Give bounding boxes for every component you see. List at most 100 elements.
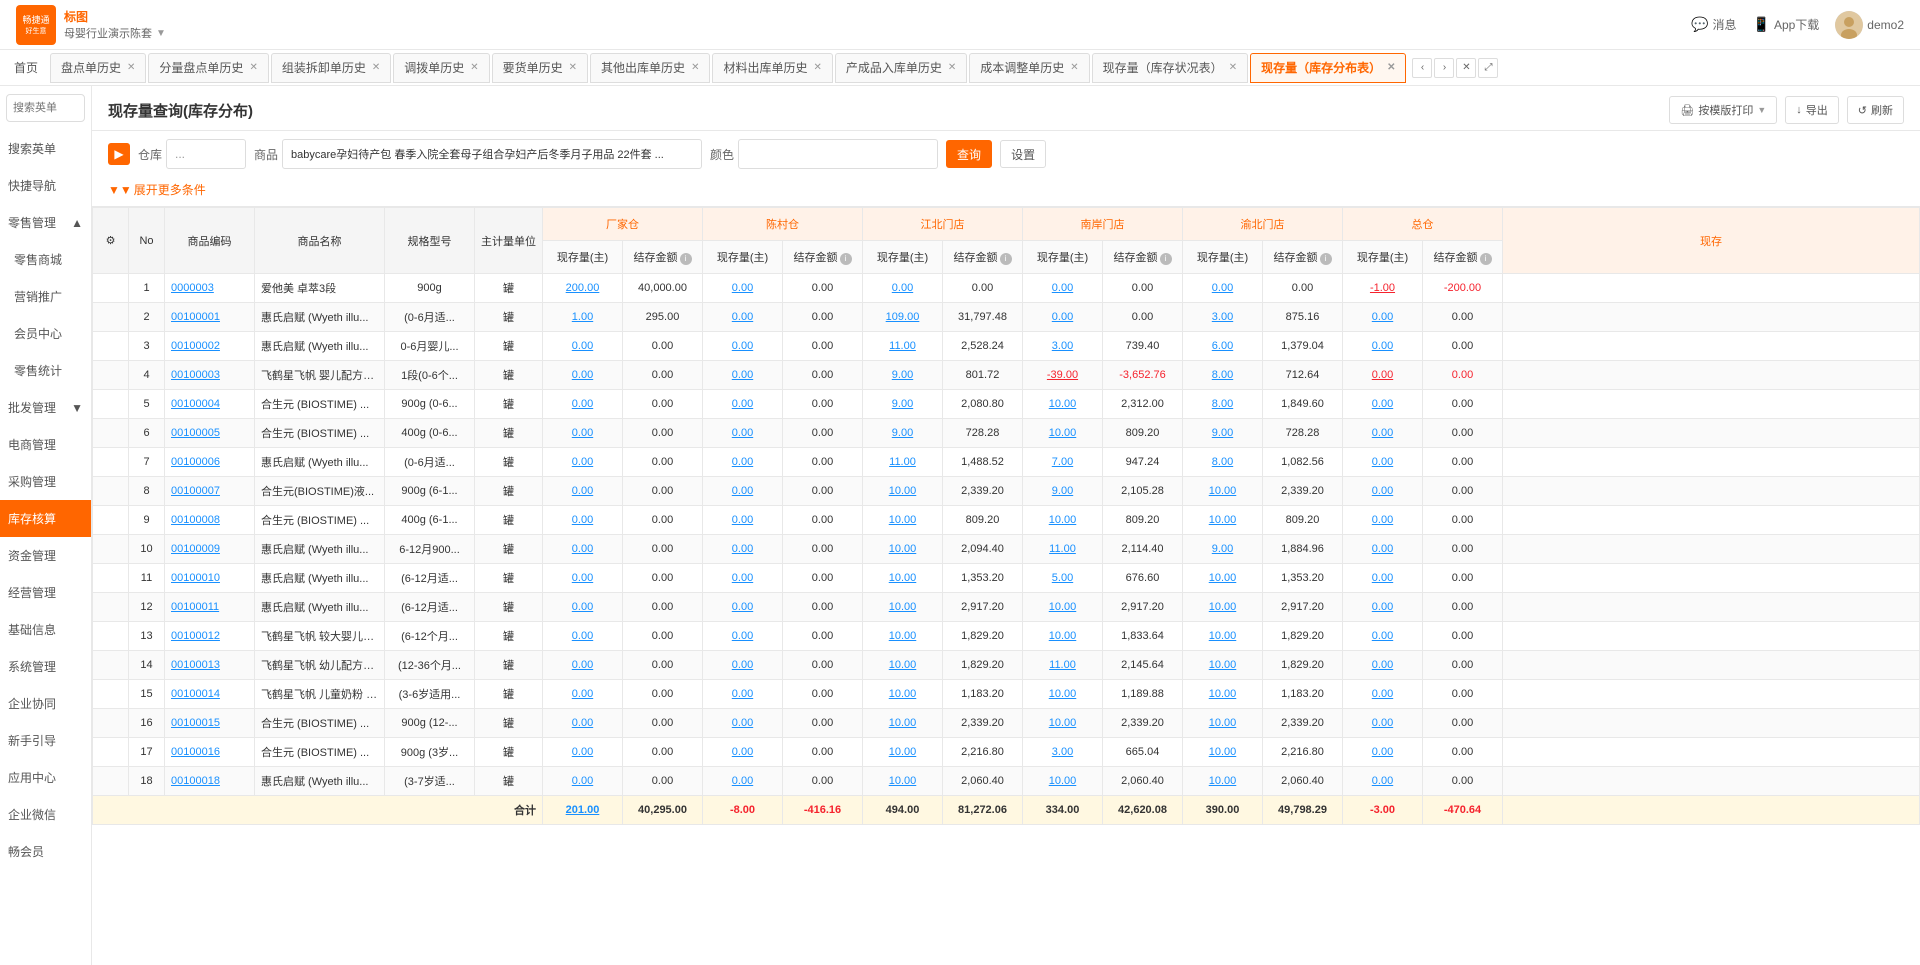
td-code[interactable]: 00100003 (165, 361, 255, 390)
tab-diaob-close[interactable]: ✕ (470, 62, 478, 73)
tab-zuche[interactable]: 组装拆卸单历史 ✕ (271, 53, 391, 83)
td-w5-qty[interactable]: 9.00 (1183, 535, 1263, 564)
td-total-qty[interactable]: 0.00 (1343, 593, 1423, 622)
tab-kucunzhuang[interactable]: 现存量（库存状况表） ✕ (1092, 53, 1248, 83)
sidebar-item-xinshou[interactable]: 新手引导 (0, 722, 91, 759)
td-w2-qty[interactable]: 0.00 (703, 651, 783, 680)
color-input[interactable] (738, 139, 938, 169)
td-w4-qty[interactable]: 10.00 (1023, 390, 1103, 419)
tab-fenpandian-close[interactable]: ✕ (249, 62, 257, 73)
td-w2-qty[interactable]: 0.00 (703, 767, 783, 796)
td-w1-qty[interactable]: 0.00 (543, 419, 623, 448)
td-w1-qty[interactable]: 0.00 (543, 564, 623, 593)
td-w3-qty[interactable]: 0.00 (863, 274, 943, 303)
td-w1-qty[interactable]: 1.00 (543, 303, 623, 332)
td-code[interactable]: 00100007 (165, 477, 255, 506)
td-w3-qty[interactable]: 9.00 (863, 419, 943, 448)
info-icon-totalamt[interactable]: i (1480, 253, 1492, 265)
td-code[interactable]: 0000003 (165, 274, 255, 303)
td-w2-qty[interactable]: 0.00 (703, 709, 783, 738)
summary-w1-qty[interactable]: 201.00 (543, 796, 623, 825)
td-w2-qty[interactable]: 0.00 (703, 738, 783, 767)
td-code[interactable]: 00100010 (165, 564, 255, 593)
td-w1-qty[interactable]: 0.00 (543, 622, 623, 651)
td-w4-qty[interactable]: -39.00 (1023, 361, 1103, 390)
td-w1-qty[interactable]: 0.00 (543, 593, 623, 622)
td-code[interactable]: 00100004 (165, 390, 255, 419)
td-total-qty[interactable]: 0.00 (1343, 709, 1423, 738)
td-w1-qty[interactable]: 0.00 (543, 361, 623, 390)
td-w1-qty[interactable]: 0.00 (543, 680, 623, 709)
td-w1-qty[interactable]: 0.00 (543, 390, 623, 419)
tab-next-btn[interactable]: › (1434, 58, 1454, 78)
td-w2-qty[interactable]: 0.00 (703, 506, 783, 535)
td-w5-qty[interactable]: 3.00 (1183, 303, 1263, 332)
td-w1-qty[interactable]: 0.00 (543, 709, 623, 738)
td-w2-qty[interactable]: 0.00 (703, 593, 783, 622)
td-code[interactable]: 00100006 (165, 448, 255, 477)
refresh-btn[interactable]: ↺ 刷新 (1847, 96, 1904, 124)
td-w5-qty[interactable]: 8.00 (1183, 448, 1263, 477)
tab-cailiao[interactable]: 材料出库单历史 ✕ (712, 53, 832, 83)
query-btn[interactable]: 查询 (946, 140, 992, 168)
td-w5-qty[interactable]: 10.00 (1183, 477, 1263, 506)
setting-icon[interactable]: ⚙ (106, 235, 116, 247)
td-code[interactable]: 00100011 (165, 593, 255, 622)
td-w5-qty[interactable]: 8.00 (1183, 361, 1263, 390)
td-w4-qty[interactable]: 10.00 (1023, 709, 1103, 738)
sidebar-item-sousuo[interactable]: 搜索英单 (0, 130, 91, 167)
td-w2-qty[interactable]: 0.00 (703, 477, 783, 506)
industry-selector[interactable]: 母婴行业演示陈套 (64, 25, 152, 41)
td-w2-qty[interactable]: 0.00 (703, 303, 783, 332)
tab-chengbentiao[interactable]: 成本调整单历史 ✕ (969, 53, 1089, 83)
td-w2-qty[interactable]: 0.00 (703, 535, 783, 564)
td-w5-qty[interactable]: 0.00 (1183, 274, 1263, 303)
td-w3-qty[interactable]: 11.00 (863, 332, 943, 361)
tab-close-all-btn[interactable]: ✕ (1456, 58, 1476, 78)
td-total-qty[interactable]: 0.00 (1343, 767, 1423, 796)
tab-qichu-close[interactable]: ✕ (691, 62, 699, 73)
tab-cailiao-close[interactable]: ✕ (813, 62, 821, 73)
td-w4-qty[interactable]: 0.00 (1023, 303, 1103, 332)
sidebar-item-kuaijie[interactable]: 快捷导航 (0, 167, 91, 204)
tab-qichu[interactable]: 其他出库单历史 ✕ (590, 53, 710, 83)
td-w1-qty[interactable]: 0.00 (543, 535, 623, 564)
td-w5-qty[interactable]: 10.00 (1183, 680, 1263, 709)
td-total-qty[interactable]: 0.00 (1343, 622, 1423, 651)
info-icon-w4amt[interactable]: i (1160, 253, 1172, 265)
sidebar-item-lingshoucheng[interactable]: 零售商城 (0, 241, 91, 278)
sidebar-item-qiyeweixin[interactable]: 企业微信 (0, 796, 91, 833)
td-w3-qty[interactable]: 10.00 (863, 651, 943, 680)
info-icon-w1amt[interactable]: i (680, 253, 692, 265)
td-w4-qty[interactable]: 10.00 (1023, 680, 1103, 709)
td-w3-qty[interactable]: 10.00 (863, 564, 943, 593)
td-w3-qty[interactable]: 11.00 (863, 448, 943, 477)
td-total-qty[interactable]: 0.00 (1343, 564, 1423, 593)
td-w3-qty[interactable]: 10.00 (863, 622, 943, 651)
td-w5-qty[interactable]: 10.00 (1183, 738, 1263, 767)
tab-zuche-close[interactable]: ✕ (372, 62, 380, 73)
sidebar-item-lingshouguan[interactable]: 零售管理 ▲ (0, 204, 91, 241)
td-total-qty[interactable]: 0.00 (1343, 680, 1423, 709)
td-w3-qty[interactable]: 10.00 (863, 477, 943, 506)
tab-chengpin-close[interactable]: ✕ (948, 62, 956, 73)
td-w4-qty[interactable]: 0.00 (1023, 274, 1103, 303)
tab-kucunzhuang-close[interactable]: ✕ (1229, 62, 1237, 73)
td-w2-qty[interactable]: 0.00 (703, 680, 783, 709)
td-w1-qty[interactable]: 0.00 (543, 506, 623, 535)
td-w3-qty[interactable]: 10.00 (863, 593, 943, 622)
td-total-qty[interactable]: 0.00 (1343, 651, 1423, 680)
td-w3-qty[interactable]: 10.00 (863, 535, 943, 564)
td-w3-qty[interactable]: 9.00 (863, 390, 943, 419)
td-w3-qty[interactable]: 10.00 (863, 680, 943, 709)
td-w2-qty[interactable]: 0.00 (703, 274, 783, 303)
td-w4-qty[interactable]: 5.00 (1023, 564, 1103, 593)
app-download-btn[interactable]: 📱 App下载 (1753, 16, 1820, 33)
tab-chengpin[interactable]: 产成品入库单历史 ✕ (835, 53, 967, 83)
tab-chengbentiao-close[interactable]: ✕ (1070, 62, 1078, 73)
td-w5-qty[interactable]: 9.00 (1183, 419, 1263, 448)
sidebar-item-kucun[interactable]: 库存核算 (0, 500, 91, 537)
sidebar-item-caigou[interactable]: 采购管理 (0, 463, 91, 500)
sidebar-item-yingxiao[interactable]: 营销推广 (0, 278, 91, 315)
td-w2-qty[interactable]: 0.00 (703, 361, 783, 390)
